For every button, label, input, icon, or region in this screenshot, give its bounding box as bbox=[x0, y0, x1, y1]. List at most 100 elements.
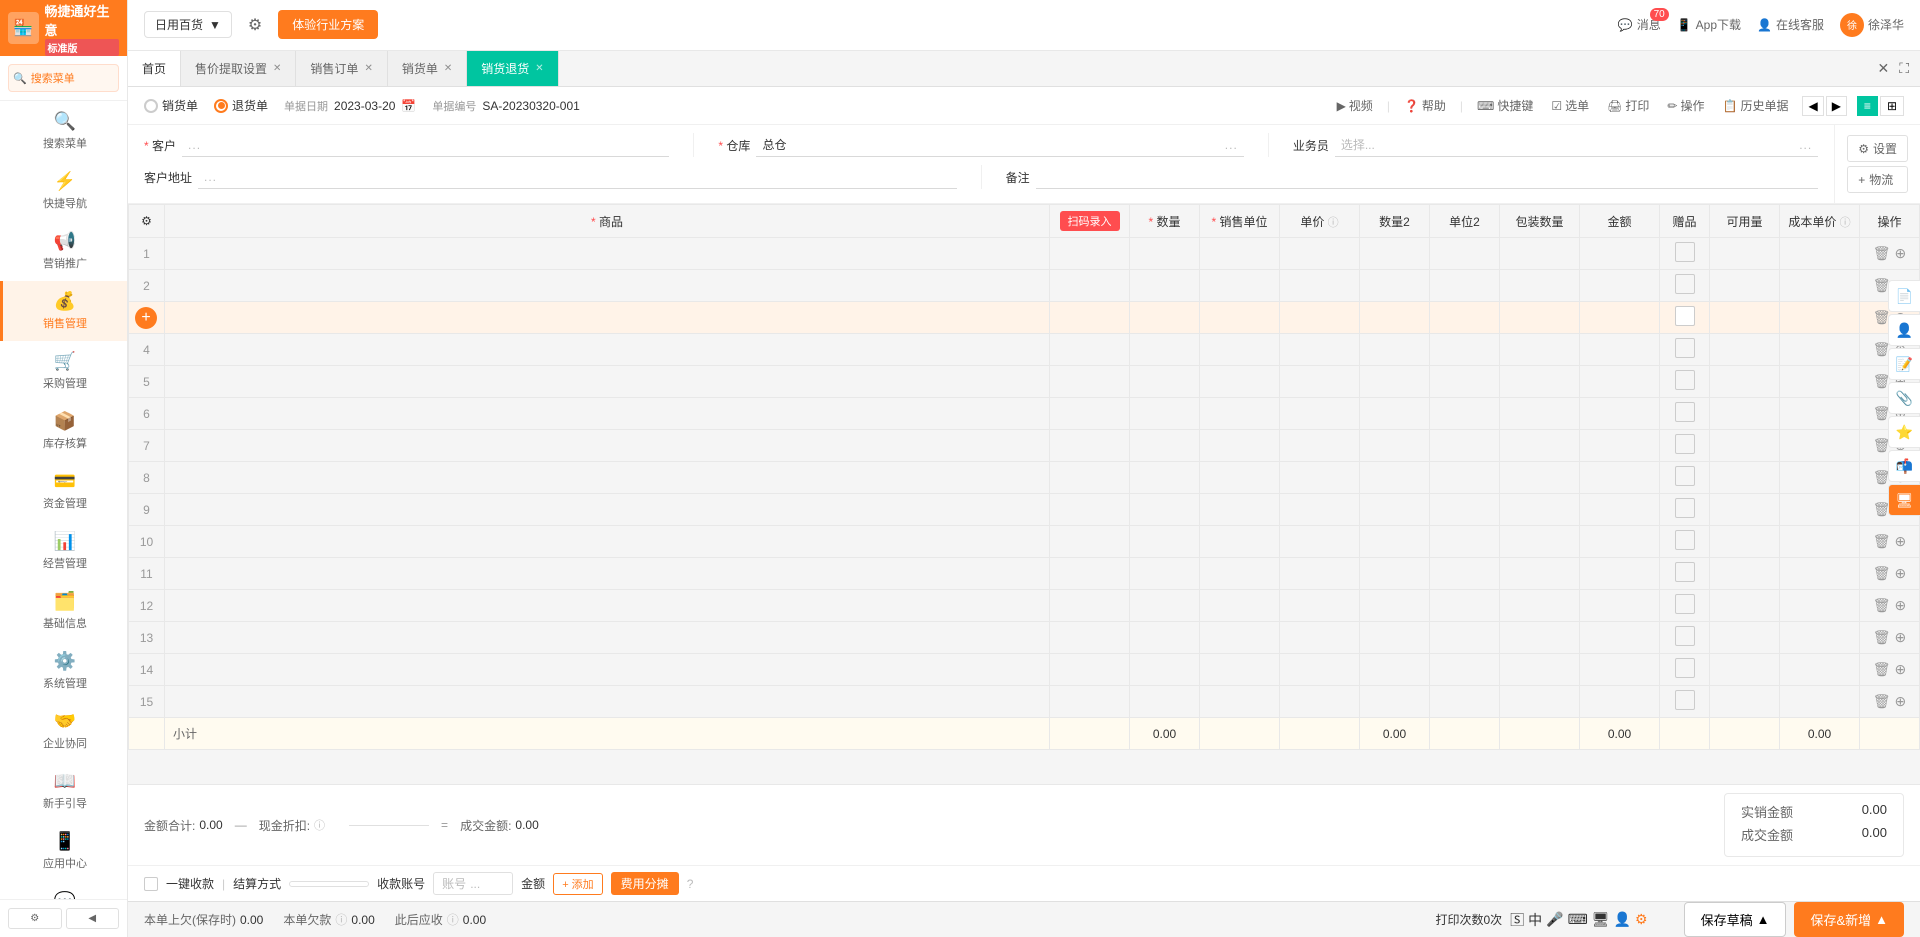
print-btn[interactable]: 🖨 打印 bbox=[1603, 95, 1653, 116]
tab-sales-return[interactable]: 销货退货 ✕ bbox=[467, 51, 558, 86]
gift-cb[interactable] bbox=[1675, 466, 1695, 486]
app-download-btn[interactable]: 📱 App下载 bbox=[1677, 16, 1741, 33]
discount-info[interactable]: ⓘ bbox=[314, 817, 325, 833]
select-btn[interactable]: ☑ 选单 bbox=[1547, 95, 1593, 116]
tab-sales-close[interactable]: ✕ bbox=[444, 63, 452, 74]
save-new-btn[interactable]: 保存&新增 ▲ bbox=[1794, 902, 1904, 937]
unit-cell-2[interactable] bbox=[1200, 270, 1280, 302]
copy-btn[interactable]: ⊕ bbox=[1895, 661, 1907, 678]
avail-cell-2[interactable] bbox=[1710, 270, 1780, 302]
fee-help-icon[interactable]: ? bbox=[687, 877, 694, 891]
person-icon[interactable]: 👤 bbox=[1614, 911, 1631, 928]
qty-cell-1[interactable] bbox=[1130, 238, 1200, 270]
gift-cb[interactable] bbox=[1675, 402, 1695, 422]
help-btn[interactable]: ❓ 帮助 bbox=[1400, 95, 1450, 116]
sidebar-item-system[interactable]: ⚙️ 系统管理 bbox=[0, 641, 127, 701]
daily-goods-selector[interactable]: 日用百货 ▼ bbox=[144, 11, 232, 38]
tab-price-extract-close[interactable]: ✕ bbox=[273, 63, 281, 74]
amount-cell-2[interactable] bbox=[1580, 270, 1660, 302]
calc-method-select[interactable] bbox=[289, 881, 369, 887]
detail-view-btn[interactable]: ⊞ bbox=[1880, 96, 1904, 116]
history-btn[interactable]: 📋 历史单据 bbox=[1718, 95, 1792, 116]
gift-cb[interactable] bbox=[1675, 498, 1695, 518]
sidebar-item-operations[interactable]: 📊 经营管理 bbox=[0, 521, 127, 581]
th-settings[interactable]: ⚙ bbox=[129, 205, 165, 238]
logistics-side-btn[interactable]: + 物流 bbox=[1847, 166, 1908, 193]
fee-split-btn[interactable]: 费用分摊 bbox=[611, 872, 679, 895]
config-icon[interactable]: ⚙ bbox=[1635, 911, 1648, 928]
salesperson-input[interactable]: 选择... ... bbox=[1335, 133, 1818, 157]
debt-info[interactable]: ⓘ bbox=[335, 911, 347, 928]
address-input[interactable]: ... bbox=[198, 165, 957, 189]
right-tool-attach[interactable]: 📎 bbox=[1888, 382, 1920, 414]
price-info-icon[interactable]: ⓘ bbox=[1328, 217, 1339, 229]
copy-row-1-btn[interactable]: ⊕ bbox=[1895, 245, 1907, 262]
unit2-cell-2[interactable] bbox=[1430, 270, 1500, 302]
price-cell-2[interactable] bbox=[1280, 270, 1360, 302]
del-btn[interactable]: 🗑 bbox=[1873, 565, 1891, 582]
radio-return[interactable]: 退货单 bbox=[214, 97, 268, 114]
gift-cb[interactable] bbox=[1675, 658, 1695, 678]
keyboard-icon[interactable]: ⌨ bbox=[1568, 911, 1588, 928]
sidebar-settings-button[interactable]: ⚙ bbox=[8, 908, 62, 929]
discount-value[interactable] bbox=[349, 825, 429, 826]
add-payment-btn[interactable]: + 添加 bbox=[553, 873, 602, 895]
sidebar-item-guide[interactable]: 📖 新手引导 bbox=[0, 761, 127, 821]
delete-row-1-btn[interactable]: 🗑 bbox=[1873, 245, 1891, 262]
sidebar-item-sales[interactable]: 💰 销售管理 bbox=[0, 281, 127, 341]
experience-btn[interactable]: 体验行业方案 bbox=[278, 10, 378, 39]
sidebar-item-wechat[interactable]: 💬 企业微信 bbox=[0, 881, 127, 899]
qty-cell-2[interactable] bbox=[1130, 270, 1200, 302]
add-row-btn[interactable]: + bbox=[135, 307, 157, 329]
avail-cell-1[interactable] bbox=[1710, 238, 1780, 270]
copy-btn[interactable]: ⊕ bbox=[1895, 597, 1907, 614]
gift-cell-3[interactable] bbox=[1660, 302, 1710, 334]
sidebar-item-apps[interactable]: 📱 应用中心 bbox=[0, 821, 127, 881]
doc-date-field[interactable]: 单据日期 2023-03-20 📅 bbox=[284, 98, 416, 114]
product-input-active[interactable] bbox=[171, 311, 1043, 325]
tab-sales[interactable]: 销货单 ✕ bbox=[388, 51, 467, 86]
gift-cb[interactable] bbox=[1675, 690, 1695, 710]
prev-record-btn[interactable]: ◀ bbox=[1802, 96, 1823, 116]
tab-sales-order-close[interactable]: ✕ bbox=[364, 63, 372, 74]
gift-cell-2[interactable] bbox=[1660, 270, 1710, 302]
screen-icon[interactable]: 🖥 bbox=[1592, 911, 1610, 928]
sidebar-item-marketing[interactable]: 📢 营销推广 bbox=[0, 221, 127, 281]
list-view-btn[interactable]: ≡ bbox=[1857, 96, 1878, 116]
gift-cb[interactable] bbox=[1675, 434, 1695, 454]
product-cell-1[interactable] bbox=[165, 238, 1050, 270]
sidebar-item-inventory[interactable]: 📦 库存核算 bbox=[0, 401, 127, 461]
del-btn[interactable]: 🗑 bbox=[1873, 629, 1891, 646]
save-draft-btn[interactable]: 保存草稿 ▲ bbox=[1684, 902, 1787, 937]
sidebar-item-shortcut[interactable]: ⚡ 快捷导航 bbox=[0, 161, 127, 221]
qty2-cell-3[interactable] bbox=[1360, 302, 1430, 334]
gift-cb[interactable] bbox=[1675, 626, 1695, 646]
copy-btn[interactable]: ⊕ bbox=[1895, 629, 1907, 646]
maximize-tab-btn[interactable]: ⛶ bbox=[1896, 57, 1912, 80]
gift-checkbox-1[interactable] bbox=[1675, 242, 1695, 262]
online-service-btn[interactable]: 👤 在线客服 bbox=[1757, 16, 1824, 33]
copy-btn[interactable]: ⊕ bbox=[1895, 533, 1907, 550]
zhong-icon[interactable]: 中 bbox=[1528, 910, 1542, 930]
gift-cb[interactable] bbox=[1675, 562, 1695, 582]
warehouse-input[interactable]: 总仓 ... bbox=[756, 133, 1243, 157]
product-cell-3-active[interactable] bbox=[165, 302, 1050, 334]
amount-cell-1[interactable] bbox=[1580, 238, 1660, 270]
gift-cb[interactable] bbox=[1675, 530, 1695, 550]
tab-price-extract[interactable]: 售价提取设置 ✕ bbox=[181, 51, 296, 86]
price-cell-1[interactable] bbox=[1280, 238, 1360, 270]
copy-btn[interactable]: ⊕ bbox=[1895, 693, 1907, 710]
sidebar-item-collab[interactable]: 🤝 企业协同 bbox=[0, 701, 127, 761]
sidebar-search[interactable]: 🔍 搜索菜单 bbox=[0, 56, 127, 101]
account-select[interactable]: 账号 ... bbox=[433, 872, 513, 895]
copy-btn[interactable]: ⊕ bbox=[1895, 565, 1907, 582]
del-btn[interactable]: 🗑 bbox=[1873, 533, 1891, 550]
shortcut-key-btn[interactable]: ⌨ 快捷键 bbox=[1473, 95, 1537, 116]
gift-checkbox-2[interactable] bbox=[1675, 274, 1695, 294]
radio-sale[interactable]: 销货单 bbox=[144, 97, 198, 114]
tab-home[interactable]: 首页 bbox=[128, 51, 181, 86]
tab-sales-return-close[interactable]: ✕ bbox=[535, 63, 543, 74]
cost-info-icon[interactable]: ⓘ bbox=[1840, 217, 1851, 229]
message-btn[interactable]: 💬 消息 70 bbox=[1618, 16, 1661, 33]
del-btn[interactable]: 🗑 bbox=[1873, 597, 1891, 614]
